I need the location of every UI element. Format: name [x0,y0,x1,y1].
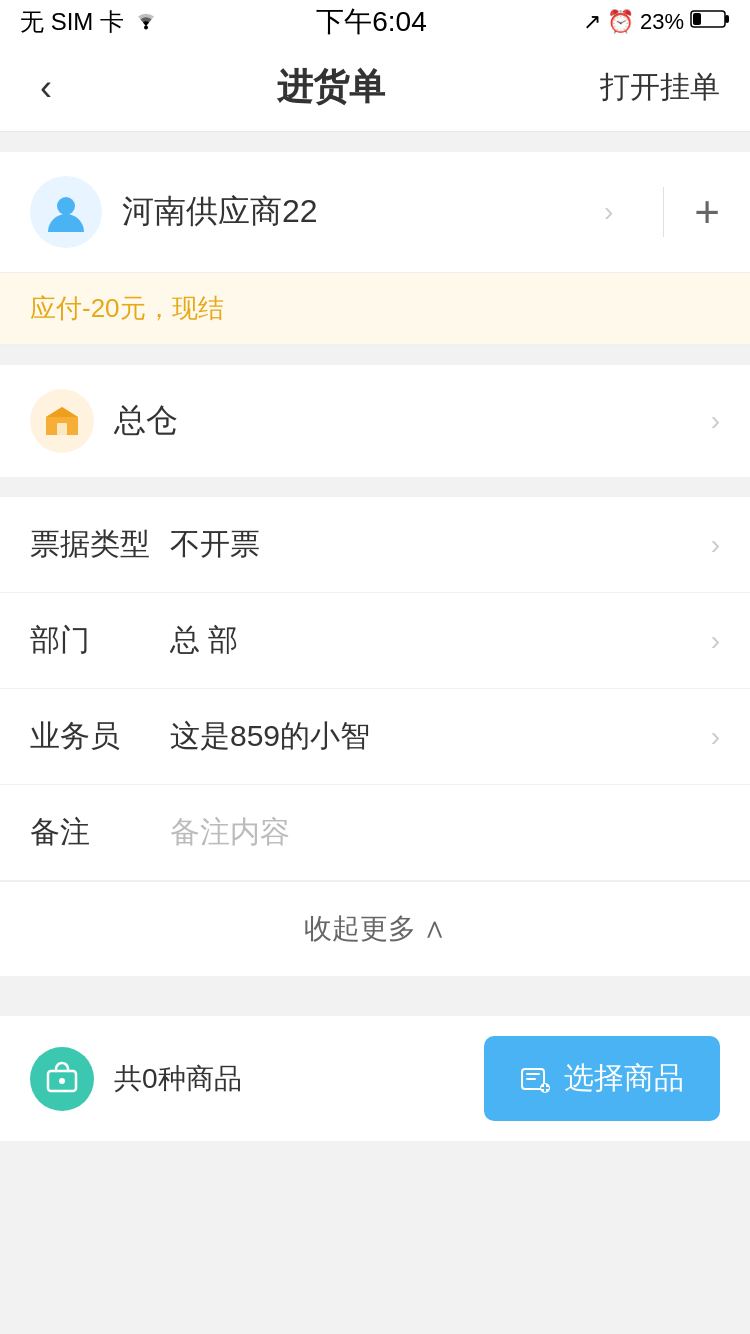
form-row-invoice-type[interactable]: 票据类型 不开票 › [0,497,750,593]
supplier-row[interactable]: 河南供应商22 › + [0,152,750,273]
form-placeholder-remark[interactable]: 备注内容 [160,812,720,853]
product-count-text: 共0种商品 [114,1060,464,1098]
svg-rect-5 [57,423,67,435]
alarm-icon: ⏰ [607,9,634,35]
warehouse-section: 总仓 › [0,365,750,477]
battery-text: 23% [640,9,684,35]
form-value-salesperson: 这是859的小智 [160,716,711,757]
open-pending-button[interactable]: 打开挂单 [600,67,720,108]
product-count-icon [30,1047,94,1111]
section-gap-2 [0,345,750,365]
back-button[interactable]: ‹ [30,57,62,119]
form-label-remark: 备注 [30,812,160,853]
warehouse-arrow-icon: › [711,405,720,437]
page-background [0,1141,750,1334]
form-label-invoice-type: 票据类型 [30,524,160,565]
select-product-icon [520,1063,552,1095]
form-row-department[interactable]: 部门 总 部 › [0,593,750,689]
supplier-name: 河南供应商22 [122,190,604,234]
form-section: 票据类型 不开票 › 部门 总 部 › 业务员 这是859的小智 › 备注 备注… [0,497,750,976]
status-right: ↗ ⏰ 23% [583,9,730,35]
svg-rect-2 [725,15,729,23]
section-gap-1 [0,132,750,152]
svg-point-8 [59,1078,65,1084]
form-value-department: 总 部 [160,620,711,661]
form-row-remark[interactable]: 备注 备注内容 [0,785,750,881]
carrier-text: 无 SIM 卡 [20,6,124,38]
svg-point-4 [57,197,75,215]
add-supplier-button[interactable]: + [694,190,720,234]
wifi-icon [132,8,160,36]
warehouse-row[interactable]: 总仓 › [0,365,750,477]
invoice-type-arrow-icon: › [711,529,720,561]
notice-banner: 应付-20元，现结 [0,273,750,345]
location-icon: ↗ [583,9,601,35]
supplier-section: 河南供应商22 › + 应付-20元，现结 [0,152,750,345]
warehouse-name: 总仓 [114,399,711,443]
salesperson-arrow-icon: › [711,721,720,753]
page-title: 进货单 [277,63,385,112]
supplier-divider [663,187,664,237]
form-label-salesperson: 业务员 [30,716,160,757]
form-value-invoice-type: 不开票 [160,524,711,565]
section-gap-3 [0,976,750,996]
form-label-department: 部门 [30,620,160,661]
bottom-bar: 共0种商品 选择商品 [0,1016,750,1141]
supplier-arrow-icon: › [604,196,613,228]
svg-point-0 [144,26,148,30]
warehouse-icon [30,389,94,453]
status-time: 下午6:04 [316,3,427,41]
svg-rect-3 [693,13,701,25]
svg-marker-6 [46,407,78,417]
status-left: 无 SIM 卡 [20,6,160,38]
battery-icon [690,9,730,35]
status-bar: 无 SIM 卡 下午6:04 ↗ ⏰ 23% [0,0,750,44]
department-arrow-icon: › [711,625,720,657]
collapse-button[interactable]: 收起更多 ∧ [0,881,750,976]
select-product-button[interactable]: 选择商品 [484,1036,720,1121]
form-row-salesperson[interactable]: 业务员 这是859的小智 › [0,689,750,785]
select-product-label: 选择商品 [564,1058,684,1099]
supplier-avatar [30,176,102,248]
nav-bar: ‹ 进货单 打开挂单 [0,44,750,132]
